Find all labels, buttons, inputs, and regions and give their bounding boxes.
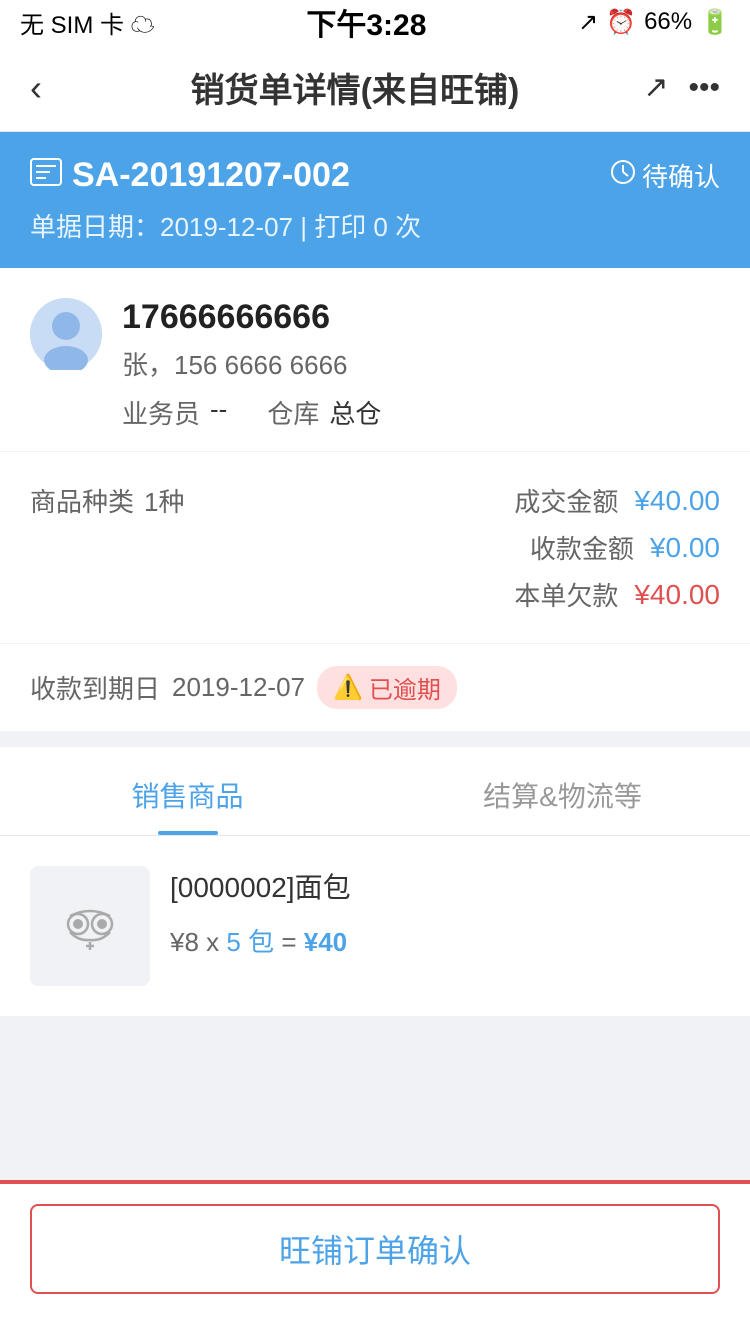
balance-row: 本单欠款 ¥40.00 [514,576,720,613]
location-icon: ↗ [578,8,598,37]
sim-status: 无 SIM 卡 ☁ [20,5,155,40]
status-bar: 无 SIM 卡 ☁ 下午3:28 ↗ ⏰ 66% 🔋 [0,0,750,44]
unit-price: ¥8 [170,927,199,957]
customer-phone: 17666666666 [122,298,720,337]
product-type: 商品种类 1种 [30,482,184,519]
product-price: ¥8 x 5 包 = ¥40 [170,922,720,959]
tab-settlement[interactable]: 结算&物流等 [375,747,750,835]
bottom-button-container: 旺铺订单确认 [0,1180,750,1334]
payment-row: 收款金额 ¥0.00 [530,529,720,566]
deal-amount-value: ¥40.00 [634,485,720,517]
status-right: ↗ ⏰ 66% 🔋 [578,8,730,37]
customer-meta: 业务员 -- 仓库 总仓 [122,394,720,431]
page-title: 销货单详情(来自旺铺) [90,63,620,112]
status-time: 下午3:28 [306,0,426,44]
product-section: [0000002]面包 ¥8 x 5 包 = ¥40 [0,836,750,1016]
summary-section: 商品种类 1种 成交金额 ¥40.00 收款金额 ¥0.00 本单欠款 ¥40.… [0,452,750,643]
order-date: 单据日期：2019-12-07 | 打印 0 次 [30,207,720,244]
order-header: SA-20191207-002 待确认 单据日期：2019-12-07 | 打印… [0,132,750,268]
product-info: [0000002]面包 ¥8 x 5 包 = ¥40 [170,866,720,959]
product-unit: 包 [248,927,274,957]
order-header-top: SA-20191207-002 待确认 [30,156,720,195]
nav-bar: ‹ 销货单详情(来自旺铺) ↗ ••• [0,44,750,132]
order-icon [30,156,62,195]
due-date-section: 收款到期日 2019-12-07 ⚠️ 已逾期 [0,644,750,731]
balance-label: 本单欠款 [514,576,618,613]
tabs-section: 销售商品 结算&物流等 [0,747,750,836]
tab-sales-products[interactable]: 销售商品 [0,747,375,835]
balance-value: ¥40.00 [634,579,720,611]
order-id: SA-20191207-002 [30,156,350,195]
payment-label: 收款金额 [530,529,634,566]
customer-section: 17666666666 张，156 6666 6666 业务员 -- 仓库 总仓 [0,268,750,451]
clock-icon [610,159,636,192]
overdue-label: 已逾期 [369,670,441,705]
product-image [30,866,150,986]
warehouse-item: 仓库 总仓 [267,394,381,431]
battery-icon: 🔋 [700,8,730,37]
equals-sign: = [281,927,303,957]
warehouse-value: 总仓 [329,394,381,431]
status-left: 无 SIM 卡 ☁ [20,5,155,40]
section-divider-1 [0,731,750,747]
back-button[interactable]: ‹ [30,67,90,109]
amount-summary: 成交金额 ¥40.00 收款金额 ¥0.00 本单欠款 ¥40.00 [514,482,720,613]
share-icon[interactable]: ↗ [643,70,668,105]
due-date-label: 收款到期日 [30,669,160,706]
salesperson-item: 业务员 -- [122,394,227,431]
battery-level: 66% [644,8,692,36]
product-qty: 5 [226,927,240,957]
nav-actions: ↗ ••• [620,70,720,105]
product-type-label: 商品种类 [30,482,134,519]
product-type-value: 1种 [144,482,184,519]
overdue-badge: ⚠️ 已逾期 [317,666,457,709]
order-status: 待确认 [610,157,720,194]
due-date-value: 2019-12-07 [172,672,305,703]
customer-name: 张，156 6666 6666 [122,345,720,382]
payment-value: ¥0.00 [650,532,720,564]
warning-icon: ⚠️ [333,673,363,702]
warehouse-label: 仓库 [267,394,319,431]
salesperson-value: -- [210,394,227,431]
product-total: ¥40 [304,927,347,957]
more-icon[interactable]: ••• [688,71,720,105]
customer-info: 17666666666 张，156 6666 6666 业务员 -- 仓库 总仓 [122,298,720,431]
tab-underline [158,831,218,835]
avatar [30,298,102,370]
alarm-icon: ⏰ [606,8,636,37]
deal-amount-row: 成交金额 ¥40.00 [514,482,720,519]
confirm-button[interactable]: 旺铺订单确认 [30,1204,720,1294]
product-name: [0000002]面包 [170,866,720,906]
deal-amount-label: 成交金额 [514,482,618,519]
salesperson-label: 业务员 [122,394,200,431]
multiply-sign: x [206,927,226,957]
